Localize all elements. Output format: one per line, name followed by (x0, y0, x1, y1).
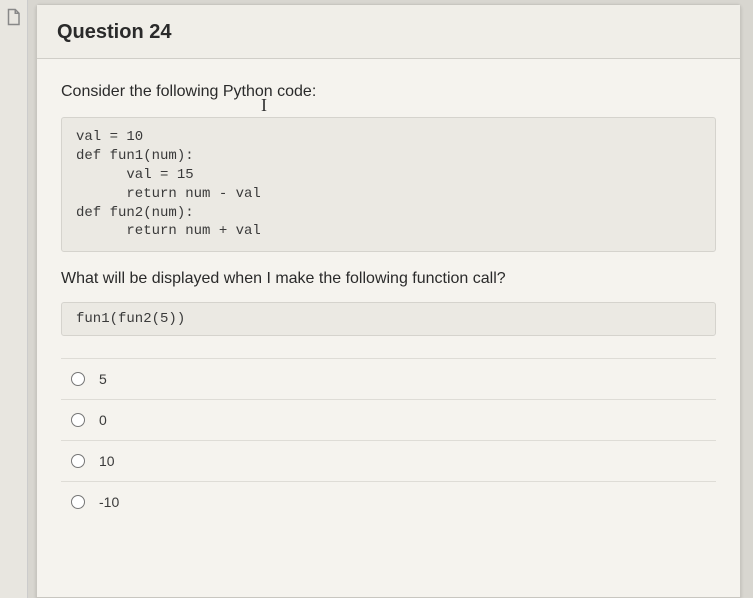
followup-text: What will be displayed when I make the f… (61, 270, 716, 288)
page-margin (0, 0, 28, 598)
option-radio[interactable] (71, 413, 85, 427)
option-row[interactable]: 0 (61, 399, 716, 440)
question-body: Consider the following Python code: val … (37, 59, 740, 532)
option-radio[interactable] (71, 495, 85, 509)
prompt-text: Consider the following Python code: (61, 83, 716, 101)
question-card: Question 24 Consider the following Pytho… (36, 4, 741, 598)
option-radio[interactable] (71, 372, 85, 386)
option-row[interactable]: -10 (61, 481, 716, 522)
code-block: val = 10 def fun1(num): val = 15 return … (61, 117, 716, 252)
answer-options: 5 0 10 -10 (61, 358, 716, 522)
question-title: Question 24 (57, 21, 720, 44)
option-row[interactable]: 5 (61, 358, 716, 399)
option-label: 10 (99, 453, 115, 469)
option-label: 5 (99, 371, 107, 387)
document-icon (4, 8, 22, 26)
option-label: -10 (99, 494, 119, 510)
option-label: 0 (99, 412, 107, 428)
function-call-block: fun1(fun2(5)) (61, 302, 716, 336)
option-row[interactable]: 10 (61, 440, 716, 481)
question-header: Question 24 (37, 5, 740, 59)
option-radio[interactable] (71, 454, 85, 468)
